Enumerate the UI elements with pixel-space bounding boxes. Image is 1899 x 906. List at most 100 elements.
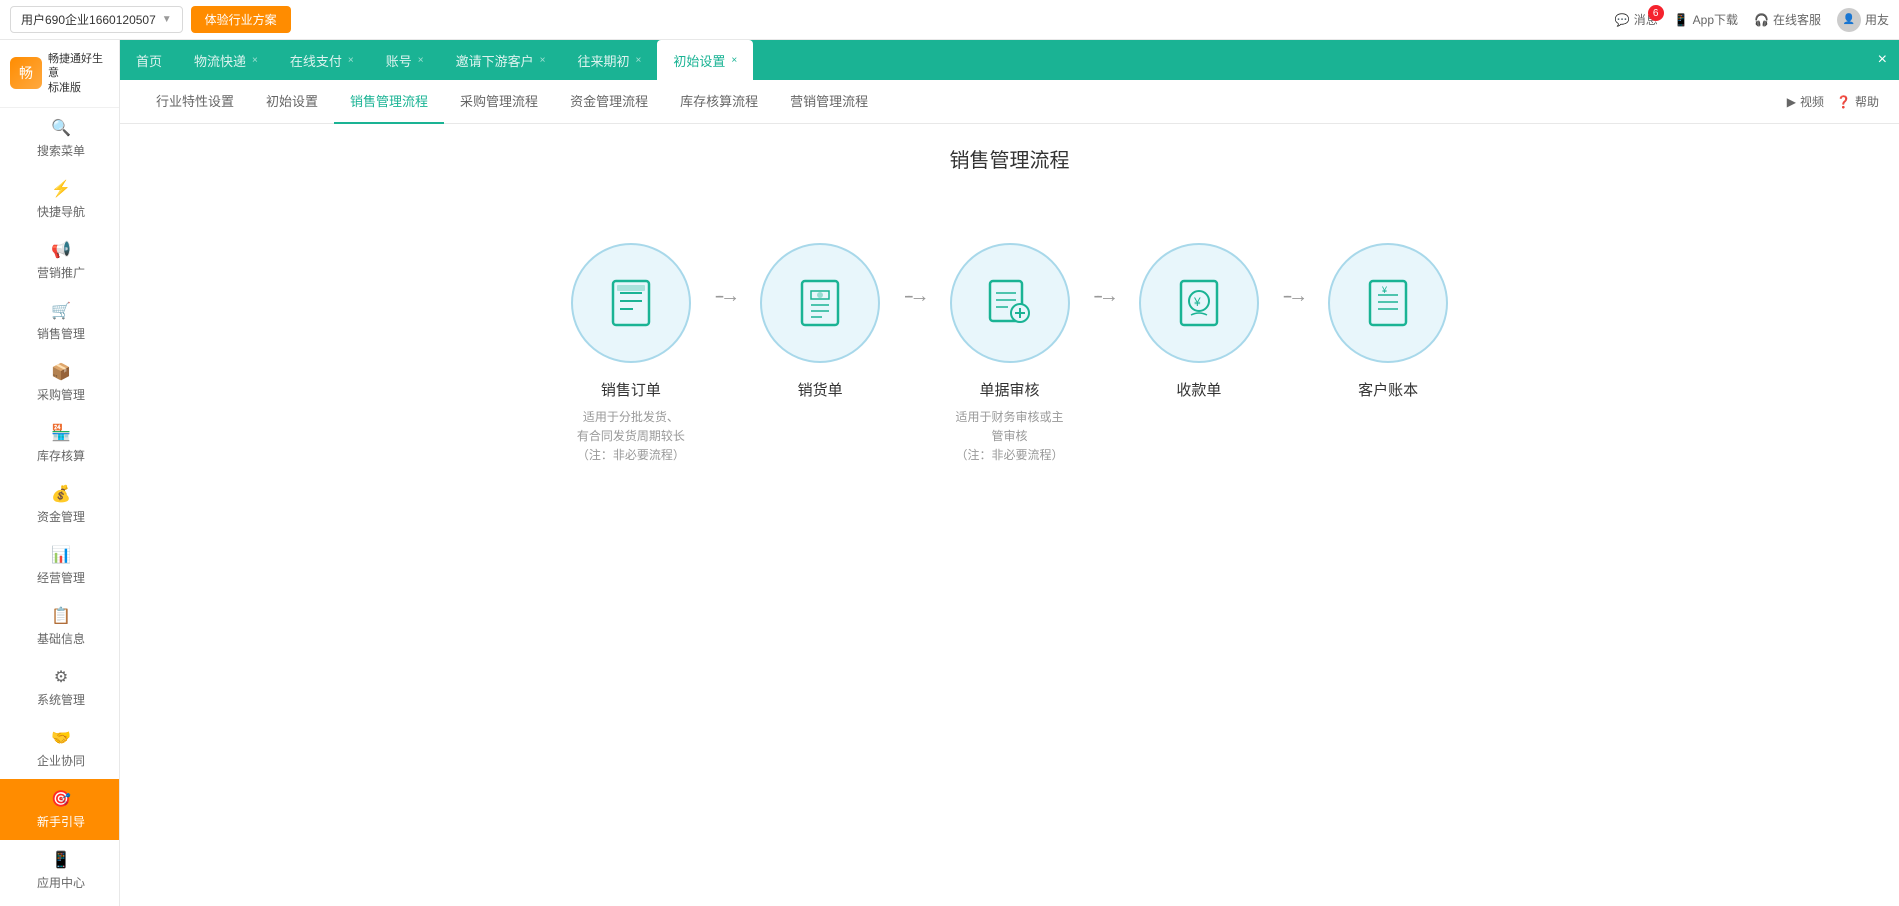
download-icon: 📱 [1674,13,1689,27]
flow-chart: 销售订单 适用于分批发货、有合同发货周期较长（注：非必要流程） --→ [140,223,1879,486]
sub-tab-sales-flow[interactable]: 销售管理流程 [334,80,444,124]
sidebar-item-label: 基础信息 [37,630,85,647]
page-title: 销售管理流程 [140,144,1879,173]
flow-label-document-audit: 单据审核 [979,379,1039,400]
sidebar-item-basic[interactable]: 📋 基础信息 [0,596,119,657]
tab-init-settings-label: 初始设置 [673,51,725,70]
gear-icon: ⚙ [54,667,68,687]
flow-item-sales-invoice: 销货单 [740,243,900,408]
top-bar: 用户690企业1660120507 ▼ 体验行业方案 💬 消息 6 📱 App下… [0,0,1899,40]
user-select[interactable]: 用户690企业1660120507 ▼ [10,6,183,33]
cart-icon: 🛒 [51,301,71,321]
sidebar-item-label: 快捷导航 [37,203,85,220]
tab-invite-customer[interactable]: 邀请下游客户 × [440,40,562,80]
tab-account-close[interactable]: × [418,55,424,66]
sidebar-item-enterprise-collab[interactable]: 🤝 企业协同 [0,718,119,779]
flow-label-sales-invoice: 销货单 [798,379,843,400]
sidebar-item-enterprise-wechat[interactable]: 💬 企业微信 [0,901,119,906]
flow-circle-sales-order[interactable] [571,243,691,363]
user-profile-button[interactable]: 👤 用友 [1837,8,1889,32]
nav-close-all-button[interactable]: × [1866,51,1899,69]
sidebar-item-system[interactable]: ⚙ 系统管理 [0,657,119,718]
sidebar-item-label: 系统管理 [37,691,85,708]
messages-button[interactable]: 💬 消息 6 [1615,11,1658,28]
flow-label-sales-order: 销售订单 [601,379,661,400]
logo-icon: 畅 [10,57,42,89]
search-icon: 🔍 [51,118,71,138]
flow-desc-document-audit: 适用于财务审核或主管审核（注：非必要流程） [955,408,1063,466]
tab-init-settings[interactable]: 初始设置 × [657,40,753,80]
sidebar-item-quicknav[interactable]: ⚡ 快捷导航 [0,169,119,230]
customer-service-button[interactable]: 🎧 在线客服 [1754,11,1821,28]
sidebar-item-label: 采购管理 [37,386,85,403]
mobile-icon: 📱 [51,850,71,870]
message-icon: 💬 [1615,13,1630,27]
sidebar-item-operations[interactable]: 📊 经营管理 [0,535,119,596]
sub-tab-init-settings-label: 初始设置 [266,91,318,110]
flow-arrow-3: --→ [1090,285,1119,308]
app-download-button[interactable]: 📱 App下载 [1674,11,1738,28]
tab-invite-customer-close[interactable]: × [540,55,546,66]
sub-tab-inventory-flow-label: 库存核算流程 [680,91,758,110]
sub-tab-marketing-flow[interactable]: 营销管理流程 [774,80,884,124]
sidebar-item-label: 营销推广 [37,264,85,281]
flow-arrow-2: --→ [900,285,929,308]
sub-tab-capital-flow[interactable]: 资金管理流程 [554,80,664,124]
flow-circle-sales-invoice[interactable] [760,243,880,363]
question-icon: ❓ [1836,95,1851,109]
sidebar-item-marketing-promo[interactable]: 📢 营销推广 [0,230,119,291]
sidebar-item-label: 销售管理 [37,325,85,342]
tab-logistics-close[interactable]: × [252,55,258,66]
video-help-button[interactable]: ▶ 视频 [1787,93,1824,110]
sub-tab-capital-flow-label: 资金管理流程 [570,91,648,110]
tab-period-begin[interactable]: 往来期初 × [561,40,657,80]
flow-circle-customer-account[interactable]: ¥ [1328,243,1448,363]
target-icon: 🎯 [51,789,71,809]
tab-logistics[interactable]: 物流快递 × [178,40,274,80]
store-icon: 🏪 [51,423,71,443]
headset-icon: 🎧 [1754,13,1769,27]
sub-tab-inventory-flow[interactable]: 库存核算流程 [664,80,774,124]
sidebar-item-search[interactable]: 🔍 搜索菜单 [0,108,119,169]
broadcast-icon: 📢 [51,240,71,260]
sidebar-item-label: 经营管理 [37,569,85,586]
sub-tab-init-settings[interactable]: 初始设置 [250,80,334,124]
page-content: 销售管理流程 销售订单 适用于分批发货、有合同 [120,124,1899,906]
sidebar-item-purchase[interactable]: 📦 采购管理 [0,352,119,413]
sidebar-item-sales[interactable]: 🛒 销售管理 [0,291,119,352]
tab-init-settings-close[interactable]: × [731,55,737,66]
sidebar-item-newbie-guide[interactable]: 🎯 新手引导 [0,779,119,840]
sub-tab-industry-settings[interactable]: 行业特性设置 [140,80,250,124]
flow-circle-receipt-order[interactable]: ¥ [1139,243,1259,363]
content-area: 首页 物流快递 × 在线支付 × 账号 × 邀请下游客户 × 往来期初 × [120,40,1899,906]
sidebar-item-finance[interactable]: 💰 资金管理 [0,474,119,535]
tab-home-label: 首页 [136,51,162,70]
help-button[interactable]: ❓ 帮助 [1836,93,1879,110]
user-label: 用户690企业1660120507 [21,11,156,28]
tab-period-begin-close[interactable]: × [635,55,641,66]
tab-payment-close[interactable]: × [348,55,354,66]
flow-circle-document-audit[interactable] [950,243,1070,363]
user-name-label: 用友 [1865,11,1889,28]
arrow-icon-2: --→ [904,285,925,308]
sales-order-icon [603,275,659,331]
tab-account[interactable]: 账号 × [370,40,440,80]
logo-text: 畅捷通好生意标准版 [48,52,109,95]
arrow-icon-1: --→ [715,285,736,308]
video-label: 视频 [1800,93,1824,110]
flow-arrow-1: --→ [711,285,740,308]
sidebar-item-inventory[interactable]: 🏪 库存核算 [0,413,119,474]
svg-text:¥: ¥ [1381,285,1388,295]
sidebar-item-app-center[interactable]: 📱 应用中心 [0,840,119,901]
customer-service-label: 在线客服 [1773,11,1821,28]
flow-item-customer-account: ¥ 客户账本 [1308,243,1468,408]
trial-button[interactable]: 体验行业方案 [191,6,291,33]
customer-account-icon: ¥ [1360,275,1416,331]
sub-tab-purchase-flow[interactable]: 采购管理流程 [444,80,554,124]
message-badge: 6 [1648,5,1664,21]
box-icon: 📦 [51,362,71,382]
flow-label-receipt-order: 收款单 [1176,379,1221,400]
arrow-icon-4: --→ [1283,285,1304,308]
tab-home[interactable]: 首页 [120,40,178,80]
tab-payment[interactable]: 在线支付 × [274,40,370,80]
